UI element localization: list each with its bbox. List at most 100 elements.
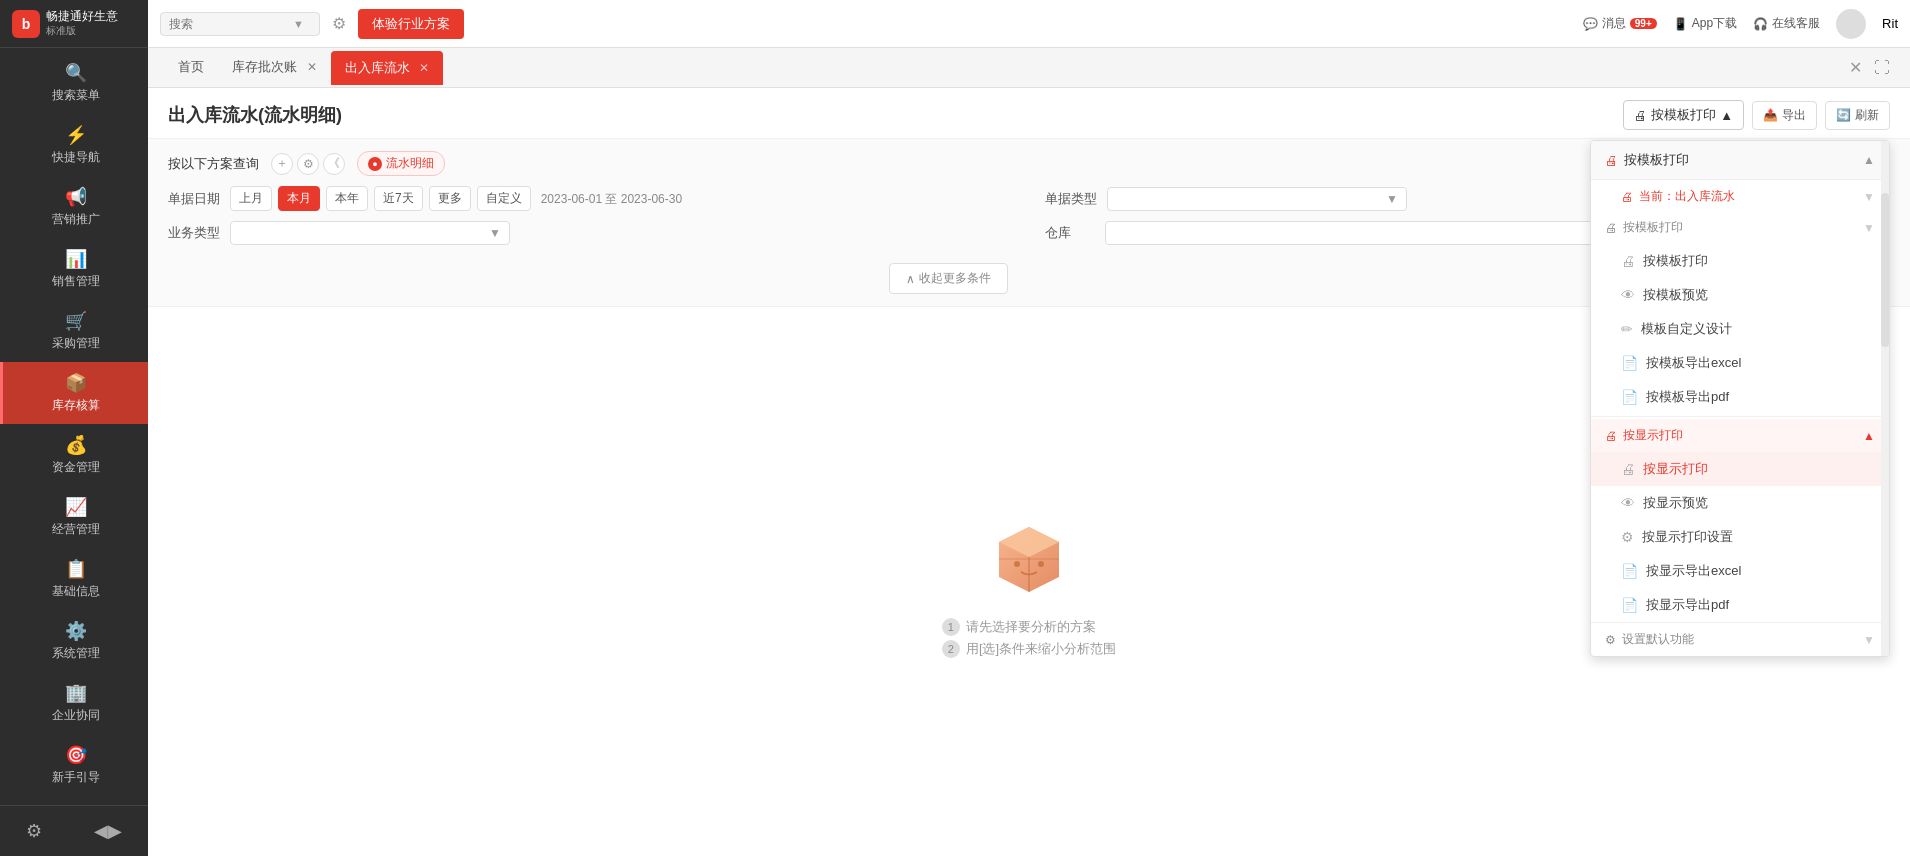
filter-tag[interactable]: ● 流水明细 bbox=[357, 151, 445, 176]
receipt-type-select[interactable]: ▼ bbox=[1107, 187, 1407, 211]
sidebar-collapse-btn[interactable]: ◀▶ bbox=[86, 816, 130, 846]
export-btn[interactable]: 📤 导出 bbox=[1752, 101, 1817, 130]
app-download-label: App下载 bbox=[1692, 15, 1737, 32]
sidebar-item-label: 采购管理 bbox=[52, 335, 100, 352]
template-excel-icon: 📄 bbox=[1621, 355, 1638, 371]
business-type-field: 业务类型 ▼ bbox=[168, 221, 1013, 245]
current-chevron: ▼ bbox=[1863, 190, 1875, 204]
collapse-conditions-btn[interactable]: ∧ 收起更多条件 bbox=[889, 263, 1008, 294]
message-label: 消息 bbox=[1602, 15, 1626, 32]
tab-batch-account[interactable]: 库存批次账 ✕ bbox=[218, 50, 331, 86]
sidebar-item-label: 企业协同 bbox=[52, 707, 100, 724]
dropdown-divider bbox=[1591, 416, 1889, 417]
industry-solution-button[interactable]: 体验行业方案 bbox=[358, 9, 464, 39]
sidebar-item-search[interactable]: 🔍 搜索菜单 bbox=[0, 52, 148, 114]
sidebar-item-purchase[interactable]: 🛒 采购管理 bbox=[0, 300, 148, 362]
sidebar-item-marketing[interactable]: 📢 营销推广 bbox=[0, 176, 148, 238]
sidebar-item-basic[interactable]: 📋 基础信息 bbox=[0, 548, 148, 610]
business-type-label: 业务类型 bbox=[168, 224, 220, 242]
date-filter: 上月 本月 本年 近7天 更多 自定义 bbox=[230, 186, 531, 211]
sidebar-item-operations[interactable]: 📈 经营管理 bbox=[0, 486, 148, 548]
display-preview-label: 按显示预览 bbox=[1643, 494, 1708, 512]
dropdown-header[interactable]: 🖨 按模板打印 ▲ bbox=[1591, 141, 1889, 180]
filter-collapse-btn[interactable]: 《 bbox=[323, 153, 345, 175]
template-print-label: 按模板打印 bbox=[1643, 252, 1708, 270]
dropdown-item-template-print[interactable]: 🖨 按模板打印 bbox=[1591, 244, 1889, 278]
receipt-type-label: 单据类型 bbox=[1045, 190, 1097, 208]
sidebar-item-finance[interactable]: 💰 资金管理 bbox=[0, 424, 148, 486]
dropdown-item-display-print[interactable]: 🖨 按显示打印 bbox=[1591, 452, 1889, 486]
customer-service-btn[interactable]: 🎧 在线客服 bbox=[1753, 15, 1820, 32]
display-print-section-header[interactable]: 🖨 按显示打印 ▲ bbox=[1591, 419, 1889, 452]
sidebar-item-guide[interactable]: 🎯 新手引导 bbox=[0, 734, 148, 796]
enterprise-icon: 🏢 bbox=[65, 682, 87, 704]
tab-close-batch[interactable]: ✕ bbox=[307, 60, 317, 74]
sidebar-item-label: 基础信息 bbox=[52, 583, 100, 600]
sidebar-item-label: 快捷导航 bbox=[52, 149, 100, 166]
sidebar-item-quick-nav[interactable]: ⚡ 快捷导航 bbox=[0, 114, 148, 176]
display-excel-label: 按显示导出excel bbox=[1646, 562, 1741, 580]
search-input[interactable] bbox=[169, 17, 289, 31]
template-print-section-header[interactable]: 🖨 按模板打印 ▼ bbox=[1591, 211, 1889, 244]
sidebar-settings-btn[interactable]: ⚙ bbox=[18, 816, 50, 846]
sidebar-item-system[interactable]: ⚙️ 系统管理 bbox=[0, 610, 148, 672]
display-print-label: 按显示打印 bbox=[1643, 460, 1708, 478]
sidebar-item-label: 新手引导 bbox=[52, 769, 100, 786]
tip-num-2: 2 bbox=[942, 640, 960, 658]
sidebar-item-label: 资金管理 bbox=[52, 459, 100, 476]
app-download-btn[interactable]: 📱 App下载 bbox=[1673, 15, 1737, 32]
business-type-select[interactable]: ▼ bbox=[230, 221, 510, 245]
date-btn-custom[interactable]: 自定义 bbox=[477, 186, 531, 211]
dropdown-collapse-icon[interactable]: ▲ bbox=[1863, 153, 1875, 167]
sidebar-item-inventory[interactable]: 📦 库存核算 bbox=[0, 362, 148, 424]
window-maximize-btn[interactable]: ⛶ bbox=[1870, 59, 1894, 77]
print-template-btn[interactable]: 🖨 按模板打印 ▲ bbox=[1623, 100, 1744, 130]
window-close-btn[interactable]: ✕ bbox=[1845, 58, 1866, 77]
dropdown-item-display-preview[interactable]: 👁 按显示预览 bbox=[1591, 486, 1889, 520]
date-btn-7days[interactable]: 近7天 bbox=[374, 186, 423, 211]
dropdown-current: 🖨 当前：出入库流水 ▼ bbox=[1591, 180, 1889, 211]
topbar-gear-icon[interactable]: ⚙ bbox=[332, 14, 346, 33]
message-btn[interactable]: 💬 消息 99+ bbox=[1583, 15, 1657, 32]
phone-icon: 📱 bbox=[1673, 17, 1688, 31]
dropdown-scrollbar[interactable] bbox=[1881, 141, 1889, 656]
dropdown-item-display-pdf[interactable]: 📄 按显示导出pdf bbox=[1591, 588, 1889, 622]
dropdown-item-template-pdf[interactable]: 📄 按模板导出pdf bbox=[1591, 380, 1889, 414]
display-settings-label: 按显示打印设置 bbox=[1642, 528, 1733, 546]
app-logo: b 畅捷通好生意 标准版 bbox=[0, 0, 148, 48]
date-btn-more[interactable]: 更多 bbox=[429, 186, 471, 211]
dropdown-item-display-settings[interactable]: ⚙ 按显示打印设置 bbox=[1591, 520, 1889, 554]
sidebar-item-label: 销售管理 bbox=[52, 273, 100, 290]
tab-close-flow[interactable]: ✕ bbox=[419, 61, 429, 75]
footer-chevron: ▼ bbox=[1863, 633, 1875, 647]
date-btn-last-month[interactable]: 上月 bbox=[230, 186, 272, 211]
tab-home[interactable]: 首页 bbox=[164, 50, 218, 86]
user-avatar[interactable] bbox=[1836, 9, 1866, 39]
sidebar-item-sales[interactable]: 📊 销售管理 bbox=[0, 238, 148, 300]
print-template-label: 按模板打印 bbox=[1651, 106, 1716, 124]
export-icon: 📤 bbox=[1763, 108, 1778, 122]
dropdown-item-template-custom[interactable]: ✏ 模板自定义设计 bbox=[1591, 312, 1889, 346]
tip-text-2: 用[选]条件来缩小分析范围 bbox=[966, 640, 1116, 658]
search-chevron-icon: ▼ bbox=[293, 18, 304, 30]
sidebar-item-enterprise[interactable]: 🏢 企业协同 bbox=[0, 672, 148, 734]
filter-add-btn[interactable]: ＋ bbox=[271, 153, 293, 175]
sidebar-item-app-center[interactable]: 🔲 应用中心 bbox=[0, 796, 148, 805]
finance-icon: 💰 bbox=[65, 434, 87, 456]
filter-setting-btn[interactable]: ⚙ bbox=[297, 153, 319, 175]
refresh-btn[interactable]: 🔄 刷新 bbox=[1825, 101, 1890, 130]
sidebar-item-label: 库存核算 bbox=[52, 397, 100, 414]
tab-flow[interactable]: 出入库流水 ✕ bbox=[331, 51, 444, 85]
dropdown-item-template-excel[interactable]: 📄 按模板导出excel bbox=[1591, 346, 1889, 380]
date-btn-this-month[interactable]: 本月 bbox=[278, 186, 320, 211]
app-version: 标准版 bbox=[46, 24, 118, 38]
dropdown-item-template-preview[interactable]: 👁 按模板预览 bbox=[1591, 278, 1889, 312]
tip-num-1: 1 bbox=[942, 618, 960, 636]
date-btn-this-year[interactable]: 本年 bbox=[326, 186, 368, 211]
page-content: 出入库流水(流水明细) 🖨 按模板打印 ▲ 📤 导出 🔄 刷新 bbox=[148, 88, 1910, 856]
dropdown-footer[interactable]: ⚙ 设置默认功能 ▼ bbox=[1591, 622, 1889, 656]
dropdown-item-display-excel[interactable]: 📄 按显示导出excel bbox=[1591, 554, 1889, 588]
print-chevron-icon: ▲ bbox=[1720, 108, 1733, 123]
system-icon: ⚙️ bbox=[65, 620, 87, 642]
topbar-search-box[interactable]: ▼ bbox=[160, 12, 320, 36]
